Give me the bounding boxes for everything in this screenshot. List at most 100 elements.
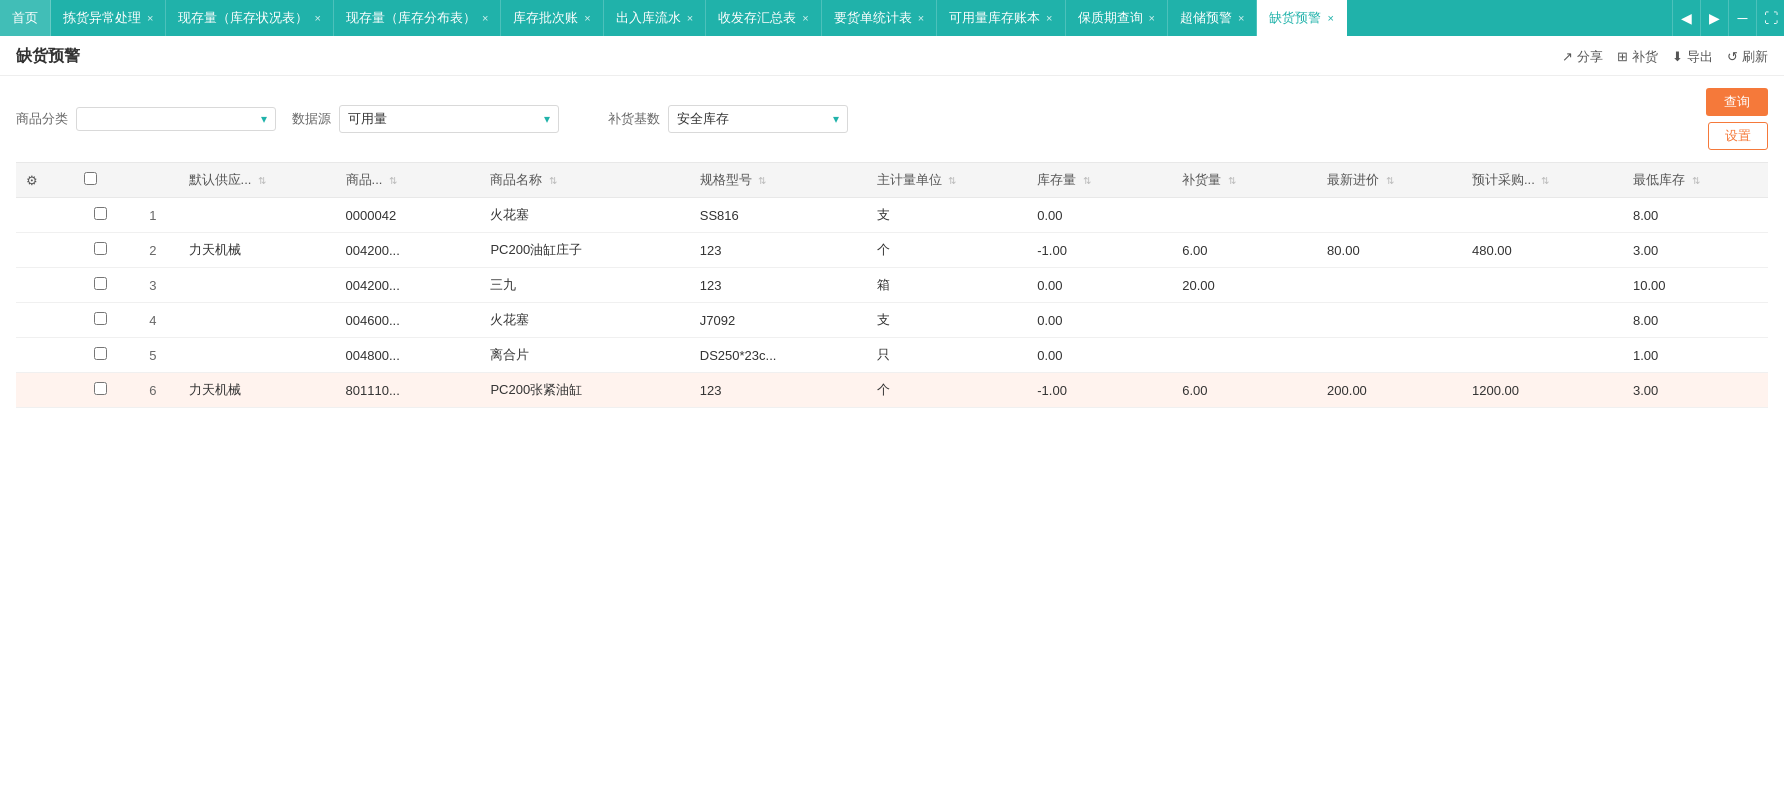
tab-inventory-dist-close[interactable]: × (482, 12, 488, 24)
row-gear-cell (16, 198, 74, 233)
tab-collect-summary-close[interactable]: × (802, 12, 808, 24)
row-est-purchase (1462, 268, 1623, 303)
gear-settings-icon[interactable]: ⚙ (26, 173, 38, 188)
category-select[interactable]: ▾ (76, 107, 276, 131)
row-checkbox-4[interactable] (94, 347, 107, 360)
tab-expiry-query-label: 保质期查询 (1078, 9, 1143, 27)
row-latest-price (1317, 268, 1462, 303)
tab-inout-flow[interactable]: 出入库流水 × (604, 0, 706, 36)
row-min-stock: 8.00 (1623, 303, 1768, 338)
row-checkbox-2[interactable] (94, 277, 107, 290)
replenish-base-select[interactable]: 安全库存 ▾ (668, 105, 848, 133)
col-latest-price-sort-icon: ⇅ (1386, 175, 1394, 186)
col-min-stock[interactable]: 最低库存 ⇅ (1623, 163, 1768, 198)
row-est-purchase: 1200.00 (1462, 373, 1623, 408)
row-product-name: 三九 (480, 268, 689, 303)
tab-abnormal[interactable]: 拣货异常处理 × (51, 0, 166, 36)
refresh-icon: ↺ (1727, 49, 1738, 64)
table-row: 3 004200... 三九 123 箱 0.00 20.00 10.00 (16, 268, 1768, 303)
share-button[interactable]: ↗ 分享 (1562, 48, 1603, 66)
tab-next-button[interactable]: ▶ (1700, 0, 1728, 36)
col-latest-price[interactable]: 最新进价 ⇅ (1317, 163, 1462, 198)
col-stock[interactable]: 库存量 ⇅ (1027, 163, 1172, 198)
tab-expiry-query-close[interactable]: × (1149, 12, 1155, 24)
tab-shortage[interactable]: 缺货预警 × (1257, 0, 1346, 36)
row-min-stock: 8.00 (1623, 198, 1768, 233)
row-default-supplier (179, 268, 336, 303)
tab-overstock-close[interactable]: × (1238, 12, 1244, 24)
row-checkbox-cell[interactable] (74, 198, 127, 233)
col-replenish-qty-label: 补货量 (1182, 172, 1221, 187)
col-product-name-label: 商品名称 (490, 172, 542, 187)
tab-inout-flow-close[interactable]: × (687, 12, 693, 24)
table-row: 1 0000042 火花塞 SS816 支 0.00 8.00 (16, 198, 1768, 233)
row-checkbox-0[interactable] (94, 207, 107, 220)
tab-fullscreen-button[interactable]: ⛶ (1756, 0, 1784, 36)
row-checkbox-cell[interactable] (74, 268, 127, 303)
row-replenish-qty: 20.00 (1172, 268, 1317, 303)
col-product-name[interactable]: 商品名称 ⇅ (480, 163, 689, 198)
tab-home[interactable]: 首页 (0, 0, 51, 36)
tab-minimize-button[interactable]: ─ (1728, 0, 1756, 36)
table-container: ⚙ 默认供应... ⇅ 商品... ⇅ 商品名称 (0, 162, 1784, 408)
row-gear-cell (16, 373, 74, 408)
tab-nav-buttons: ◀ ▶ ─ ⛶ (1672, 0, 1784, 36)
row-checkbox-cell[interactable] (74, 303, 127, 338)
export-button[interactable]: ⬇ 导出 (1672, 48, 1713, 66)
row-spec: J7092 (690, 303, 867, 338)
replenish-button[interactable]: ⊞ 补货 (1617, 48, 1658, 66)
select-all-checkbox[interactable] (84, 172, 97, 185)
row-latest-price (1317, 303, 1462, 338)
col-est-purchase[interactable]: 预计采购... ⇅ (1462, 163, 1623, 198)
row-checkbox-1[interactable] (94, 242, 107, 255)
tab-available-ledger-close[interactable]: × (1046, 12, 1052, 24)
query-button[interactable]: 查询 (1706, 88, 1768, 116)
row-product-code: 004600... (336, 303, 481, 338)
datasource-label: 数据源 (292, 110, 331, 128)
tab-inventory-status-label: 现存量（库存状况表） (178, 9, 308, 27)
page-title: 缺货预警 (16, 46, 80, 67)
page-header: 缺货预警 ↗ 分享 ⊞ 补货 ⬇ 导出 ↺ 刷新 (0, 36, 1784, 76)
tab-shortage-close[interactable]: × (1327, 12, 1333, 24)
row-product-code: 0000042 (336, 198, 481, 233)
row-checkbox-3[interactable] (94, 312, 107, 325)
row-number: 5 (127, 338, 179, 373)
refresh-button[interactable]: ↺ 刷新 (1727, 48, 1768, 66)
tab-batch-close[interactable]: × (584, 12, 590, 24)
settings-button[interactable]: 设置 (1708, 122, 1768, 150)
row-checkbox-5[interactable] (94, 382, 107, 395)
row-default-supplier (179, 198, 336, 233)
col-product-code[interactable]: 商品... ⇅ (336, 163, 481, 198)
col-unit[interactable]: 主计量单位 ⇅ (867, 163, 1027, 198)
tab-demand-stats[interactable]: 要货单统计表 × (822, 0, 937, 36)
col-default-supplier-label: 默认供应... (189, 172, 252, 187)
tab-available-ledger[interactable]: 可用量库存账本 × (937, 0, 1065, 36)
col-est-purchase-sort-icon: ⇅ (1541, 175, 1549, 186)
col-rownum (127, 163, 179, 198)
tab-expiry-query[interactable]: 保质期查询 × (1066, 0, 1168, 36)
col-replenish-qty[interactable]: 补货量 ⇅ (1172, 163, 1317, 198)
row-checkbox-cell[interactable] (74, 373, 127, 408)
row-min-stock: 10.00 (1623, 268, 1768, 303)
tab-abnormal-close[interactable]: × (147, 12, 153, 24)
table-row: 2 力天机械 004200... PC200油缸庄子 123 个 -1.00 6… (16, 233, 1768, 268)
tab-prev-button[interactable]: ◀ (1672, 0, 1700, 36)
tab-inventory-status-close[interactable]: × (314, 12, 320, 24)
row-default-supplier: 力天机械 (179, 373, 336, 408)
tab-inventory-dist[interactable]: 现存量（库存分布表） × (334, 0, 501, 36)
tab-collect-summary[interactable]: 收发存汇总表 × (706, 0, 821, 36)
row-number: 4 (127, 303, 179, 338)
col-spec[interactable]: 规格型号 ⇅ (690, 163, 867, 198)
datasource-select[interactable]: 可用量 ▾ (339, 105, 559, 133)
row-checkbox-cell[interactable] (74, 338, 127, 373)
tab-overstock[interactable]: 超储预警 × (1168, 0, 1257, 36)
col-default-supplier[interactable]: 默认供应... ⇅ (179, 163, 336, 198)
tab-batch[interactable]: 库存批次账 × (501, 0, 603, 36)
tab-inventory-status[interactable]: 现存量（库存状况表） × (166, 0, 333, 36)
tab-demand-stats-close[interactable]: × (918, 12, 924, 24)
replenish-base-filter: 补货基数 安全库存 ▾ (608, 105, 848, 133)
replenish-base-chevron-down-icon: ▾ (833, 112, 839, 126)
row-checkbox-cell[interactable] (74, 233, 127, 268)
row-unit: 个 (867, 233, 1027, 268)
col-product-code-label: 商品... (346, 172, 383, 187)
